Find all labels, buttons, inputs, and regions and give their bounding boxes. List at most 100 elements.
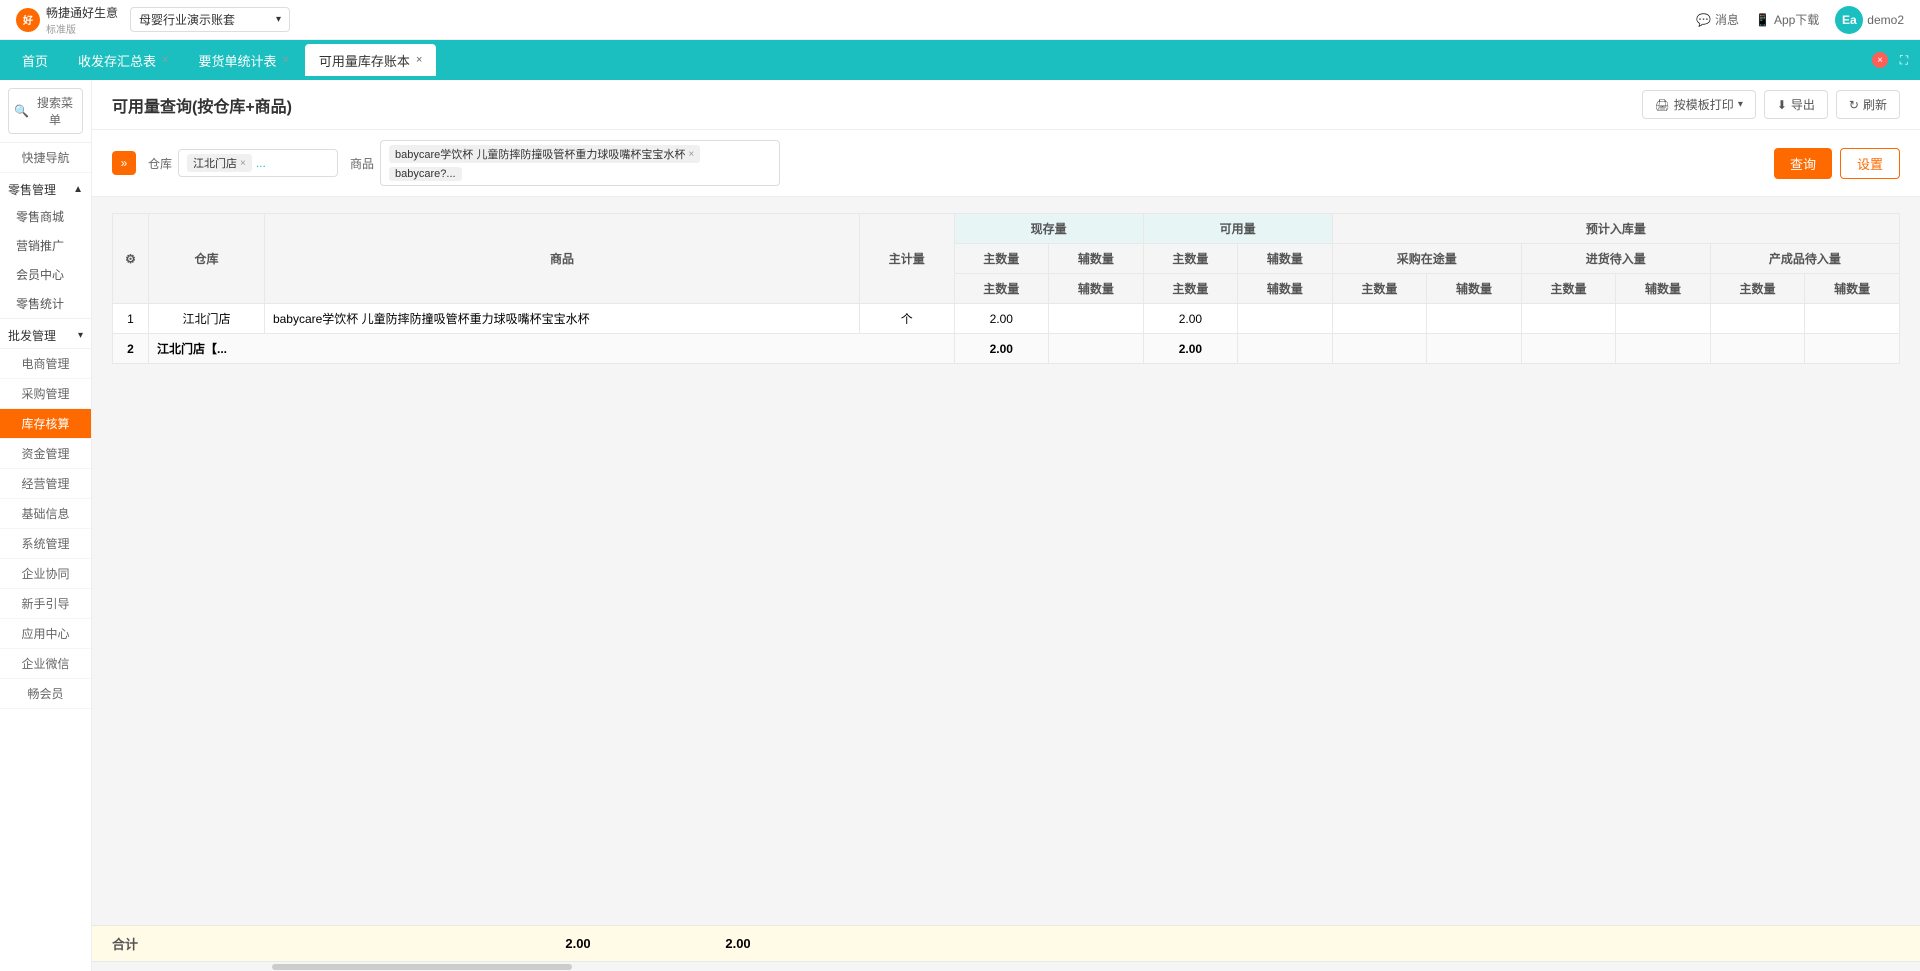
message-btn[interactable]: 💬 消息 [1696,11,1739,28]
filter-actions: 查询 设置 [1774,148,1900,179]
window-controls: × ⛶ [1872,52,1912,68]
tab-receipts[interactable]: 收发存汇总表 × [64,44,182,76]
filter-expand-btn[interactable]: » [112,151,136,175]
product-filter-label: 商品 [350,155,374,172]
cell-inb-sub [1616,304,1711,334]
logo-area: 好 畅捷通好生意 标准版 [16,4,118,36]
search-menu-label: 搜索菜单 [33,94,77,128]
total-bar: 合计 2.00 2.00 [92,925,1920,961]
sidebar-item-app-center[interactable]: 应用中心 [0,619,91,649]
product-tag-close[interactable]: × [688,149,694,160]
warehouse-filter-input[interactable]: 江北门店 × ... [178,149,338,177]
tab-inventory[interactable]: 可用量库存账本 × [305,44,436,76]
wholesale-chevron-icon: ▾ [78,330,83,341]
sidebar-item-purchase[interactable]: 采购管理 [0,379,91,409]
sidebar-group-wholesale-header[interactable]: 批发管理 ▾ [0,319,91,348]
th-inb-main: 主数量 [1521,274,1616,304]
th-settings[interactable]: ⚙ [113,214,149,304]
cell-unit: 个 [860,304,955,334]
cell-avail-sub [1238,304,1333,334]
subtotal-row: 2 江北门店【... 2.00 2.00 [113,334,1900,364]
sidebar-item-basics[interactable]: 基础信息 [0,499,91,529]
sidebar-group-retail: 零售管理 ▲ 零售商城 营销推广 会员中心 零售统计 [0,173,91,319]
subtotal-current-sub [1049,334,1144,364]
th-planned-group: 预计入库量 [1332,214,1899,244]
cell-warehouse: 江北门店 [149,304,265,334]
industry-selector[interactable]: 母婴行业演示账套 ▾ [130,7,290,32]
sidebar-item-marketing[interactable]: 营销推广 [0,231,91,260]
sidebar-item-system[interactable]: 系统管理 [0,529,91,559]
th-current-group: 现存量 [954,214,1143,244]
table-area: ⚙ 仓库 商品 主计量 现存量 可用量 预计入库量 主数量 辅数量 主数量 辅数… [92,197,1920,925]
th-available-group: 可用量 [1143,214,1332,244]
query-btn[interactable]: 查询 [1774,148,1832,179]
sidebar-item-operations[interactable]: 经营管理 [0,469,91,499]
sidebar-group-retail-header[interactable]: 零售管理 ▲ [0,173,91,202]
sidebar-item-newbie[interactable]: 新手引导 [0,589,91,619]
sidebar-item-member-center[interactable]: 会员中心 [0,260,91,289]
app-download-label: App下载 [1774,11,1819,28]
warehouse-more-btn[interactable]: ... [256,156,266,170]
sidebar-item-ecommerce[interactable]: 电商管理 [0,349,91,379]
template-print-btn[interactable]: 🖨 按模板打印 ▾ [1642,90,1756,119]
sidebar-item-retail-stats[interactable]: 零售统计 [0,289,91,318]
th-product-group: 产成品待入量 [1710,244,1899,274]
download-icon: 📱 [1755,13,1770,27]
cell-current-sub [1049,304,1144,334]
main-layout: 🔍 搜索菜单 快捷导航 零售管理 ▲ 零售商城 营销推广 会员中心 零售统计 批… [0,80,1920,971]
th-purchase-group: 采购在途量 [1332,244,1521,274]
product-filter-input[interactable]: babycare学饮杯 儿童防摔防撞吸管杯重力球吸嘴杯宝宝水杯 × babyca… [380,140,780,186]
sidebar-item-finance[interactable]: 资金管理 [0,439,91,469]
warehouse-tag-close[interactable]: × [240,158,246,169]
product-tag2-label: babycare?... [395,168,456,180]
subtotal-inb-main [1521,334,1616,364]
sidebar-item-vip[interactable]: 畅会员 [0,679,91,709]
tab-requisition[interactable]: 要货单统计表 × [184,44,302,76]
settings-btn[interactable]: 设置 [1840,148,1900,179]
export-btn[interactable]: ⬇ 导出 [1764,90,1828,119]
tab-home[interactable]: 首页 [8,44,62,76]
th-product: 商品 [264,214,859,304]
table-row: 1 江北门店 babycare学饮杯 儿童防摔防撞吸管杯重力球吸嘴杯宝宝水杯 个… [113,304,1900,334]
refresh-btn[interactable]: ↻ 刷新 [1836,90,1900,119]
top-bar-right: 💬 消息 📱 App下载 Ea demo2 [1696,6,1904,34]
export-icon: ⬇ [1777,98,1787,112]
cell-pur-main [1332,304,1427,334]
refresh-label: 刷新 [1863,96,1887,113]
sidebar-group-wholesale: 批发管理 ▾ [0,319,91,349]
th-inbound-group: 进货待入量 [1521,244,1710,274]
app-download-btn[interactable]: 📱 App下载 [1755,11,1819,28]
page-header: 可用量查询(按仓库+商品) 🖨 按模板打印 ▾ ⬇ 导出 ↻ 刷新 [92,80,1920,130]
th-prd-main: 主数量 [1710,274,1805,304]
user-area[interactable]: Ea demo2 [1835,6,1904,34]
tab-receipts-close[interactable]: × [162,54,168,66]
th-cur-main2: 主数量 [954,274,1049,304]
avatar: Ea [1835,6,1863,34]
window-close-btn[interactable]: × [1872,52,1888,68]
subtotal-index: 2 [113,334,149,364]
content-area: 可用量查询(按仓库+商品) 🖨 按模板打印 ▾ ⬇ 导出 ↻ 刷新 » [92,80,1920,971]
warehouse-filter-label: 仓库 [148,155,172,172]
tab-requisition-close[interactable]: × [282,54,288,66]
sidebar-item-quick-nav[interactable]: 快捷导航 [0,143,91,173]
product-tag-label: babycare学饮杯 儿童防摔防撞吸管杯重力球吸嘴杯宝宝水杯 [395,146,685,162]
sidebar-item-wechat[interactable]: 企业微信 [0,649,91,679]
export-label: 导出 [1791,96,1815,113]
horizontal-scrollbar[interactable] [272,964,572,970]
tab-inventory-close[interactable]: × [416,54,422,66]
sidebar-item-inventory[interactable]: 库存核算 [0,409,91,439]
sidebar-search-area: 🔍 搜索菜单 [0,80,91,143]
th-av-main2: 主数量 [1143,274,1238,304]
cell-index: 1 [113,304,149,334]
subtotal-current-main: 2.00 [954,334,1049,364]
search-menu-btn[interactable]: 🔍 搜索菜单 [8,88,83,134]
sidebar-item-enterprise[interactable]: 企业协同 [0,559,91,589]
print-chevron-icon: ▾ [1738,99,1743,110]
sidebar-item-retail-shop[interactable]: 零售商城 [0,202,91,231]
window-expand-btn[interactable]: ⛶ [1896,52,1912,68]
th-current-sub: 辅数量 [1049,244,1144,274]
cell-inb-main [1521,304,1616,334]
message-label: 消息 [1715,11,1739,28]
retail-chevron-icon: ▲ [73,184,83,195]
tab-home-label: 首页 [22,51,48,70]
